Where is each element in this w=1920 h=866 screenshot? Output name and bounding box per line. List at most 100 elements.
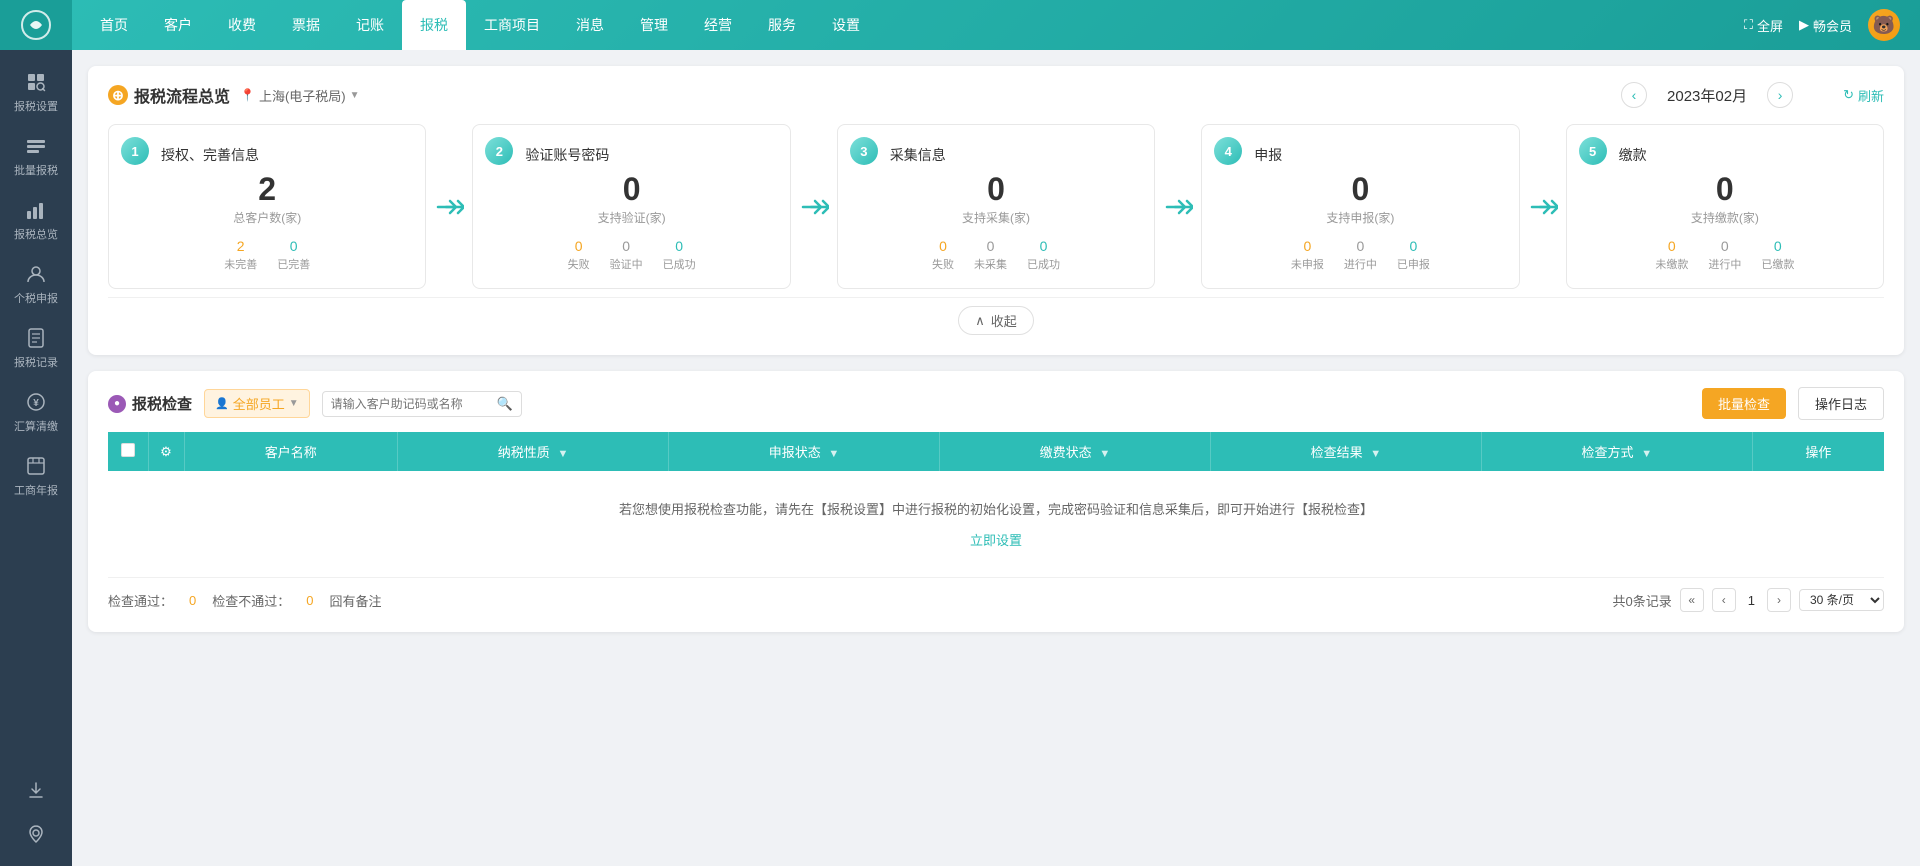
collapse-btn[interactable]: ∧ 收起 xyxy=(958,306,1034,335)
chevron-down-icon: ▼ xyxy=(350,90,360,101)
filter-icon-2: ▼ xyxy=(828,448,839,460)
step-count-1: 2 xyxy=(125,173,409,205)
nav-service[interactable]: 服务 xyxy=(750,0,814,50)
sidebar-item-annual-report[interactable]: 工商年报 xyxy=(0,444,72,508)
empty-state-cell: 若您想使用报税检查功能，请先在【报税设置】中进行报税的初始化设置，完成密码验证和… xyxy=(108,471,1884,578)
tax-record-icon xyxy=(24,326,48,350)
nav-home[interactable]: 首页 xyxy=(82,0,146,50)
empty-state-row: 若您想使用报税检查功能，请先在【报税设置】中进行报税的初始化设置，完成密码验证和… xyxy=(108,471,1884,578)
sidebar-location[interactable] xyxy=(0,812,72,856)
tax-bureau-selector[interactable]: 📍 上海(电子税局) ▼ xyxy=(240,86,360,105)
process-step-1: 1 授权、完善信息 2 总客户数(家) 2 未完善 0 已完善 xyxy=(108,124,426,289)
nav-operation[interactable]: 经营 xyxy=(686,0,750,50)
search-icon[interactable]: 🔍 xyxy=(497,396,513,412)
sidebar-download[interactable] xyxy=(0,768,72,812)
operation-log-btn[interactable]: 操作日志 xyxy=(1798,387,1884,420)
main-content: ⊕ 报税流程总览 📍 上海(电子税局) ▼ ‹ 2023年02月 › ↻ 刷新 xyxy=(72,50,1920,866)
table-footer: 检查通过： 0 检查不通过： 0 囧有备注 共0条记录 « ‹ 1 › 30 条… xyxy=(108,578,1884,616)
first-page-btn[interactable]: « xyxy=(1680,588,1704,612)
section-title-icon: ⊕ xyxy=(108,85,128,105)
settlement-icon: ¥ xyxy=(24,390,48,414)
sidebar-item-tax-record[interactable]: 报税记录 xyxy=(0,316,72,380)
nav-client[interactable]: 客户 xyxy=(146,0,210,50)
location-small-icon: 📍 xyxy=(240,88,255,102)
step-stats-3: 0 失败 0 未采集 0 已成功 xyxy=(854,238,1138,272)
step-unit-4: 支持申报(家) xyxy=(1218,209,1502,226)
pagination: 共0条记录 « ‹ 1 › 30 条/页 50 条/页 100 条/页 xyxy=(1613,588,1884,612)
nav-accounting[interactable]: 记账 xyxy=(338,0,402,50)
avatar: 🐻 xyxy=(1868,9,1900,41)
next-month-btn[interactable]: › xyxy=(1767,82,1793,108)
arrow-3 xyxy=(1155,124,1201,289)
step-unit-5: 支持缴款(家) xyxy=(1583,209,1867,226)
tax-settings-icon xyxy=(24,70,48,94)
process-step-2: 2 验证账号密码 0 支持验证(家) 0 失败 0 验证中 0 已成功 xyxy=(472,124,790,289)
next-page-btn[interactable]: › xyxy=(1767,588,1791,612)
sidebar-item-settlement[interactable]: ¥ 汇算清缴 xyxy=(0,380,72,444)
fullscreen-icon: ⛶ xyxy=(1744,17,1753,33)
sidebar-item-batch-tax[interactable]: 批量报税 xyxy=(0,124,72,188)
nav-fee[interactable]: 收费 xyxy=(210,0,274,50)
step-number-1: 1 xyxy=(121,137,149,165)
filter-icon-1: ▼ xyxy=(557,448,568,460)
gear-th: ⚙ xyxy=(148,432,184,471)
fullscreen-btn[interactable]: ⛶ 全屏 xyxy=(1744,16,1783,35)
check-table-container: ⚙ 客户名称 纳税性质 ▼ 申报状态 ▼ 缴费状态 xyxy=(108,432,1884,578)
gear-icon[interactable]: ⚙ xyxy=(160,444,172,459)
batch-check-btn[interactable]: 批量检查 xyxy=(1702,388,1786,419)
col-check-method[interactable]: 检查方式 ▼ xyxy=(1481,432,1752,471)
sidebar-item-tax-overview[interactable]: 报税总览 xyxy=(0,188,72,252)
arrow-1 xyxy=(426,124,472,289)
refresh-btn[interactable]: ↻ 刷新 xyxy=(1843,86,1884,105)
table-header: ⚙ 客户名称 纳税性质 ▼ 申报状态 ▼ 缴费状态 xyxy=(108,432,1884,471)
nav-settings[interactable]: 设置 xyxy=(814,0,878,50)
top-nav: 首页 客户 收费 票据 记账 报税 工商项目 消息 管理 经营 服务 设置 ⛶ … xyxy=(0,0,1920,50)
sidebar: 报税设置 批量报税 报税总览 个税申报 报税记录 ¥ 汇算清缴 工商年报 xyxy=(0,50,72,866)
employee-icon: 👤 xyxy=(215,397,229,410)
fail-count[interactable]: 0 xyxy=(306,593,313,608)
nav-manage[interactable]: 管理 xyxy=(622,0,686,50)
col-check-result[interactable]: 检查结果 ▼ xyxy=(1210,432,1481,471)
setup-link[interactable]: 立即设置 xyxy=(116,526,1876,569)
batch-tax-icon xyxy=(24,134,48,158)
notice-text: 若您想使用报税检查功能，请先在【报税设置】中进行报税的初始化设置，完成密码验证和… xyxy=(116,479,1876,526)
check-header: ● 报税检查 👤 全部员工 ▼ 🔍 批量检查 操作日志 xyxy=(108,387,1884,420)
sidebar-item-personal-tax[interactable]: 个税申报 xyxy=(0,252,72,316)
play-icon: ▶ xyxy=(1799,17,1809,33)
prev-page-btn[interactable]: ‹ xyxy=(1712,588,1736,612)
process-steps: 1 授权、完善信息 2 总客户数(家) 2 未完善 0 已完善 xyxy=(108,124,1884,289)
search-box: 🔍 xyxy=(322,391,522,417)
step-title-1: 授权、完善信息 xyxy=(125,141,409,165)
process-step-3: 3 采集信息 0 支持采集(家) 0 失败 0 未采集 0 已成功 xyxy=(837,124,1155,289)
col-declare-status[interactable]: 申报状态 ▼ xyxy=(669,432,940,471)
sidebar-item-tax-settings[interactable]: 报税设置 xyxy=(0,60,72,124)
check-title: ● 报税检查 xyxy=(108,393,192,414)
col-tax-type[interactable]: 纳税性质 ▼ xyxy=(398,432,669,471)
prev-month-btn[interactable]: ‹ xyxy=(1621,82,1647,108)
nav-tax[interactable]: 报税 xyxy=(402,0,466,50)
page-size-select[interactable]: 30 条/页 50 条/页 100 条/页 xyxy=(1799,589,1884,611)
member-btn[interactable]: ▶ 畅会员 xyxy=(1799,16,1852,35)
header-checkbox[interactable] xyxy=(121,443,135,457)
nav-invoice[interactable]: 票据 xyxy=(274,0,338,50)
nav-business[interactable]: 工商项目 xyxy=(466,0,558,50)
process-step-4: 4 申报 0 支持申报(家) 0 未申报 0 进行中 0 已申报 xyxy=(1201,124,1519,289)
step-stats-5: 0 未缴款 0 进行中 0 已缴款 xyxy=(1583,238,1867,272)
nav-items: 首页 客户 收费 票据 记账 报税 工商项目 消息 管理 经营 服务 设置 xyxy=(72,0,1744,50)
pass-count[interactable]: 0 xyxy=(189,593,196,608)
pass-label: 检查通过： xyxy=(108,591,173,610)
step-count-5: 0 xyxy=(1583,173,1867,205)
col-pay-status[interactable]: 缴费状态 ▼ xyxy=(939,432,1210,471)
chevron-up-icon: ∧ xyxy=(975,313,985,329)
employee-filter-btn[interactable]: 👤 全部员工 ▼ xyxy=(204,389,310,418)
month-display: 2023年02月 xyxy=(1667,85,1747,106)
search-input[interactable] xyxy=(331,397,491,411)
arrow-2 xyxy=(791,124,837,289)
filter-icon-3: ▼ xyxy=(1099,448,1110,460)
nav-message[interactable]: 消息 xyxy=(558,0,622,50)
note-label: 囧有备注 xyxy=(330,591,382,610)
step-stats-4: 0 未申报 0 进行中 0 已申报 xyxy=(1218,238,1502,272)
nav-right: ⛶ 全屏 ▶ 畅会员 🐻 xyxy=(1744,9,1920,41)
section-title: ⊕ 报税流程总览 xyxy=(108,83,230,107)
filter-icon-4: ▼ xyxy=(1370,448,1381,460)
